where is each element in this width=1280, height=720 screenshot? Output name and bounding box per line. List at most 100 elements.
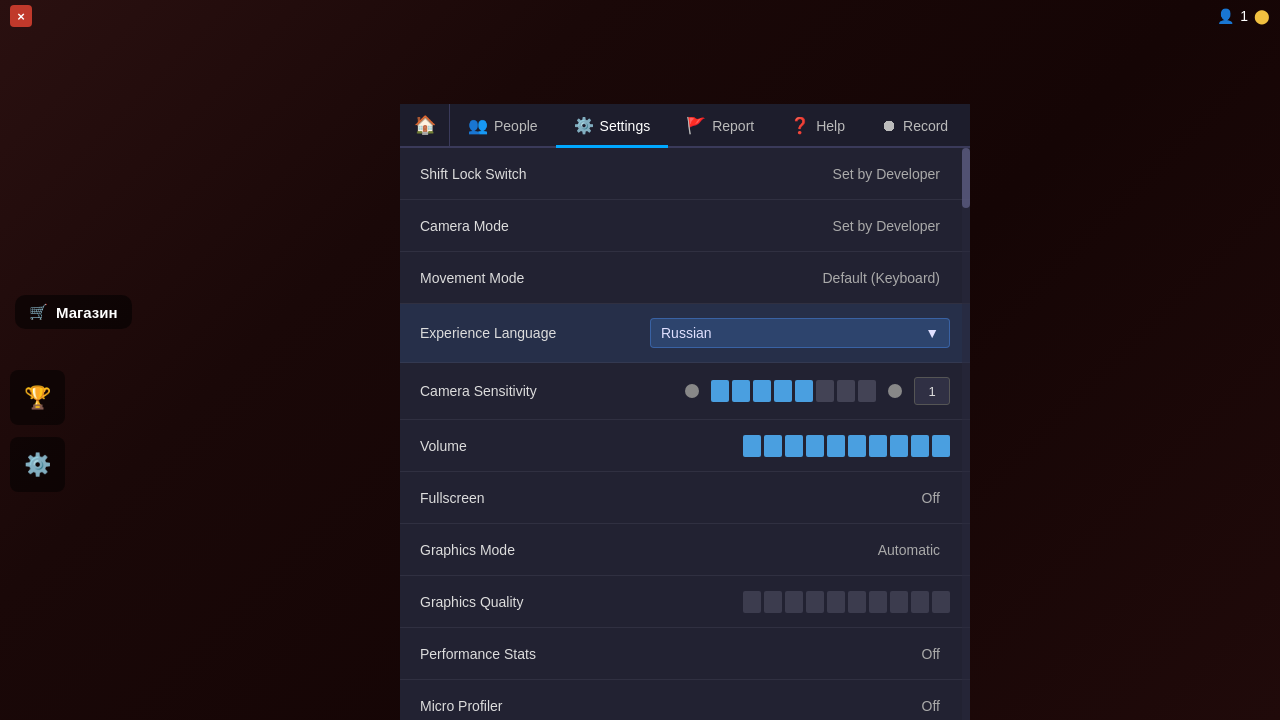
setting-fullscreen: Fullscreen Off <box>400 472 970 524</box>
bar-7 <box>837 380 855 402</box>
gq-6 <box>848 591 866 613</box>
gq-9 <box>911 591 929 613</box>
tab-bar: 🏠 👥 People ⚙️ Settings 🚩 Report ❓ Help ⏺… <box>400 104 970 148</box>
language-value: Russian <box>661 325 712 341</box>
settings-scroll-area: Shift Lock Switch Set by Developer Camer… <box>400 148 970 720</box>
settings-icon: ⚙️ <box>574 116 594 135</box>
store-label: Магазин <box>56 304 118 321</box>
tab-record[interactable]: ⏺ Record <box>863 106 966 148</box>
home-icon: 🏠 <box>414 114 436 136</box>
bar-3 <box>753 380 771 402</box>
player-count: 1 <box>1240 8 1248 24</box>
scrollbar-thumb[interactable] <box>962 148 970 208</box>
setting-camera-sensitivity: Camera Sensitivity 1 <box>400 363 970 420</box>
tab-people-label: People <box>494 118 538 134</box>
vol-7 <box>869 435 887 457</box>
graphics-quality-slider[interactable] <box>640 591 950 613</box>
bar-4 <box>774 380 792 402</box>
gear-icon[interactable]: ⚙️ <box>10 437 65 492</box>
gq-4 <box>806 591 824 613</box>
performance-stats-label: Performance Stats <box>420 646 640 662</box>
setting-shift-lock: Shift Lock Switch Set by Developer <box>400 148 970 200</box>
gq-8 <box>890 591 908 613</box>
bar-1 <box>711 380 729 402</box>
vol-10 <box>932 435 950 457</box>
graphics-mode-value: Automatic <box>640 542 950 558</box>
tab-report[interactable]: 🚩 Report <box>668 106 772 148</box>
performance-stats-value: Off <box>640 646 950 662</box>
tab-report-label: Report <box>712 118 754 134</box>
tab-home[interactable]: 🏠 <box>400 104 450 146</box>
camera-mode-label: Camera Mode <box>420 218 640 234</box>
scrollbar-track[interactable] <box>962 148 970 720</box>
slider-dot-end <box>888 384 902 398</box>
vol-2 <box>764 435 782 457</box>
setting-experience-language: Experience Language Russian ▼ <box>400 304 970 363</box>
sensitivity-value: 1 <box>914 377 950 405</box>
gq-7 <box>869 591 887 613</box>
settings-content: Shift Lock Switch Set by Developer Camer… <box>400 148 970 720</box>
setting-graphics-mode: Graphics Mode Automatic <box>400 524 970 576</box>
experience-language-label: Experience Language <box>420 325 640 341</box>
vol-5 <box>827 435 845 457</box>
fullscreen-label: Fullscreen <box>420 490 640 506</box>
setting-movement-mode: Movement Mode Default (Keyboard) <box>400 252 970 304</box>
graphics-mode-label: Graphics Mode <box>420 542 640 558</box>
setting-volume: Volume <box>400 420 970 472</box>
vol-1 <box>743 435 761 457</box>
vol-8 <box>890 435 908 457</box>
volume-label: Volume <box>420 438 640 454</box>
gq-2 <box>764 591 782 613</box>
help-icon: ❓ <box>790 116 810 135</box>
vol-9 <box>911 435 929 457</box>
language-dropdown[interactable]: Russian ▼ <box>650 318 950 348</box>
slider-dot <box>685 384 699 398</box>
gq-3 <box>785 591 803 613</box>
store-icon: 🛒 <box>29 303 48 321</box>
movement-mode-value: Default (Keyboard) <box>640 270 950 286</box>
vol-6 <box>848 435 866 457</box>
shift-lock-label: Shift Lock Switch <box>420 166 640 182</box>
shift-lock-value: Set by Developer <box>640 166 950 182</box>
player-icon: 👤 <box>1217 8 1234 24</box>
tab-settings-label: Settings <box>600 118 651 134</box>
setting-performance-stats: Performance Stats Off <box>400 628 970 680</box>
top-right-area: 👤 1 ⬤ <box>1217 8 1270 24</box>
tab-people[interactable]: 👥 People <box>450 106 556 148</box>
gq-5 <box>827 591 845 613</box>
camera-sensitivity-label: Camera Sensitivity <box>420 383 640 399</box>
record-icon: ⏺ <box>881 117 897 135</box>
gq-1 <box>743 591 761 613</box>
bar-6 <box>816 380 834 402</box>
settings-modal: 🏠 👥 People ⚙️ Settings 🚩 Report ❓ Help ⏺… <box>400 104 970 720</box>
dropdown-arrow-icon: ▼ <box>925 325 939 341</box>
micro-profiler-value: Off <box>640 698 950 714</box>
setting-micro-profiler: Micro Profiler Off <box>400 680 970 720</box>
sensitivity-slider[interactable]: 1 <box>640 377 950 405</box>
fullscreen-value: Off <box>640 490 950 506</box>
bar-8 <box>858 380 876 402</box>
setting-graphics-quality: Graphics Quality <box>400 576 970 628</box>
gq-10 <box>932 591 950 613</box>
close-button[interactable]: × <box>10 5 32 27</box>
people-icon: 👥 <box>468 116 488 135</box>
left-sidebar: 🏆 ⚙️ <box>10 370 65 492</box>
bar-5 <box>795 380 813 402</box>
graphics-quality-label: Graphics Quality <box>420 594 640 610</box>
bar-2 <box>732 380 750 402</box>
store-button[interactable]: 🛒 Магазин <box>15 295 132 329</box>
camera-mode-value: Set by Developer <box>640 218 950 234</box>
vol-4 <box>806 435 824 457</box>
tab-settings[interactable]: ⚙️ Settings <box>556 106 669 148</box>
micro-profiler-label: Micro Profiler <box>420 698 640 714</box>
sensitivity-bars <box>711 380 876 402</box>
tab-help[interactable]: ❓ Help <box>772 106 863 148</box>
tab-help-label: Help <box>816 118 845 134</box>
tab-record-label: Record <box>903 118 948 134</box>
vol-3 <box>785 435 803 457</box>
currency-icon: ⬤ <box>1254 8 1270 24</box>
trophy-icon[interactable]: 🏆 <box>10 370 65 425</box>
report-icon: 🚩 <box>686 116 706 135</box>
setting-camera-mode: Camera Mode Set by Developer <box>400 200 970 252</box>
volume-slider[interactable] <box>640 435 950 457</box>
